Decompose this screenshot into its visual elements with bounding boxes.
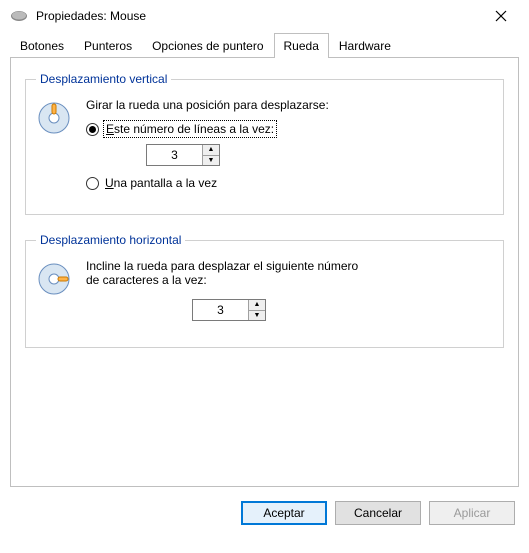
- tab-strip: Botones Punteros Opciones de puntero Rue…: [0, 32, 529, 57]
- chars-spinner[interactable]: 3 ▲ ▼: [192, 299, 266, 321]
- cancel-button[interactable]: Cancelar: [335, 501, 421, 525]
- window-title: Propiedades: Mouse: [36, 9, 481, 23]
- radio-lines[interactable]: [86, 123, 99, 136]
- group-horizontal-scroll: Desplazamiento horizontal Incline la rue…: [25, 233, 504, 348]
- tab-opciones-puntero[interactable]: Opciones de puntero: [142, 33, 273, 58]
- chars-spin-up[interactable]: ▲: [249, 300, 265, 311]
- radio-screen-row[interactable]: Una pantalla a la vez: [86, 176, 493, 190]
- mouse-icon: [10, 10, 28, 22]
- tab-page-rueda: Desplazamiento vertical Girar la rueda u…: [10, 57, 519, 487]
- close-button[interactable]: [481, 2, 521, 30]
- titlebar: Propiedades: Mouse: [0, 0, 529, 32]
- tab-botones[interactable]: Botones: [10, 33, 74, 58]
- close-icon: [495, 10, 507, 22]
- group-horizontal-legend: Desplazamiento horizontal: [36, 233, 185, 247]
- lines-spin-down[interactable]: ▼: [203, 156, 219, 166]
- radio-lines-label: Este número de líneas a la vez:: [105, 122, 275, 136]
- lines-spinner[interactable]: 3 ▲ ▼: [146, 144, 220, 166]
- radio-screen-label: Una pantalla a la vez: [105, 176, 217, 190]
- horizontal-prompt: Incline la rueda para desplazar el sigui…: [86, 259, 366, 287]
- apply-button[interactable]: Aplicar: [429, 501, 515, 525]
- group-vertical-scroll: Desplazamiento vertical Girar la rueda u…: [25, 72, 504, 215]
- tab-punteros[interactable]: Punteros: [74, 33, 142, 58]
- wheel-horizontal-icon: [36, 261, 72, 297]
- chars-value[interactable]: 3: [193, 300, 249, 320]
- radio-screen[interactable]: [86, 177, 99, 190]
- lines-spin-up[interactable]: ▲: [203, 145, 219, 156]
- chars-spin-down[interactable]: ▼: [249, 311, 265, 321]
- group-vertical-legend: Desplazamiento vertical: [36, 72, 171, 86]
- vertical-prompt: Girar la rueda una posición para desplaz…: [86, 98, 493, 112]
- dialog-buttons: Aceptar Cancelar Aplicar: [0, 487, 529, 525]
- tab-rueda[interactable]: Rueda: [274, 33, 329, 58]
- lines-value[interactable]: 3: [147, 145, 203, 165]
- ok-button[interactable]: Aceptar: [241, 501, 327, 525]
- radio-lines-row[interactable]: Este número de líneas a la vez:: [86, 122, 493, 136]
- tab-hardware[interactable]: Hardware: [329, 33, 401, 58]
- wheel-vertical-icon: [36, 100, 72, 136]
